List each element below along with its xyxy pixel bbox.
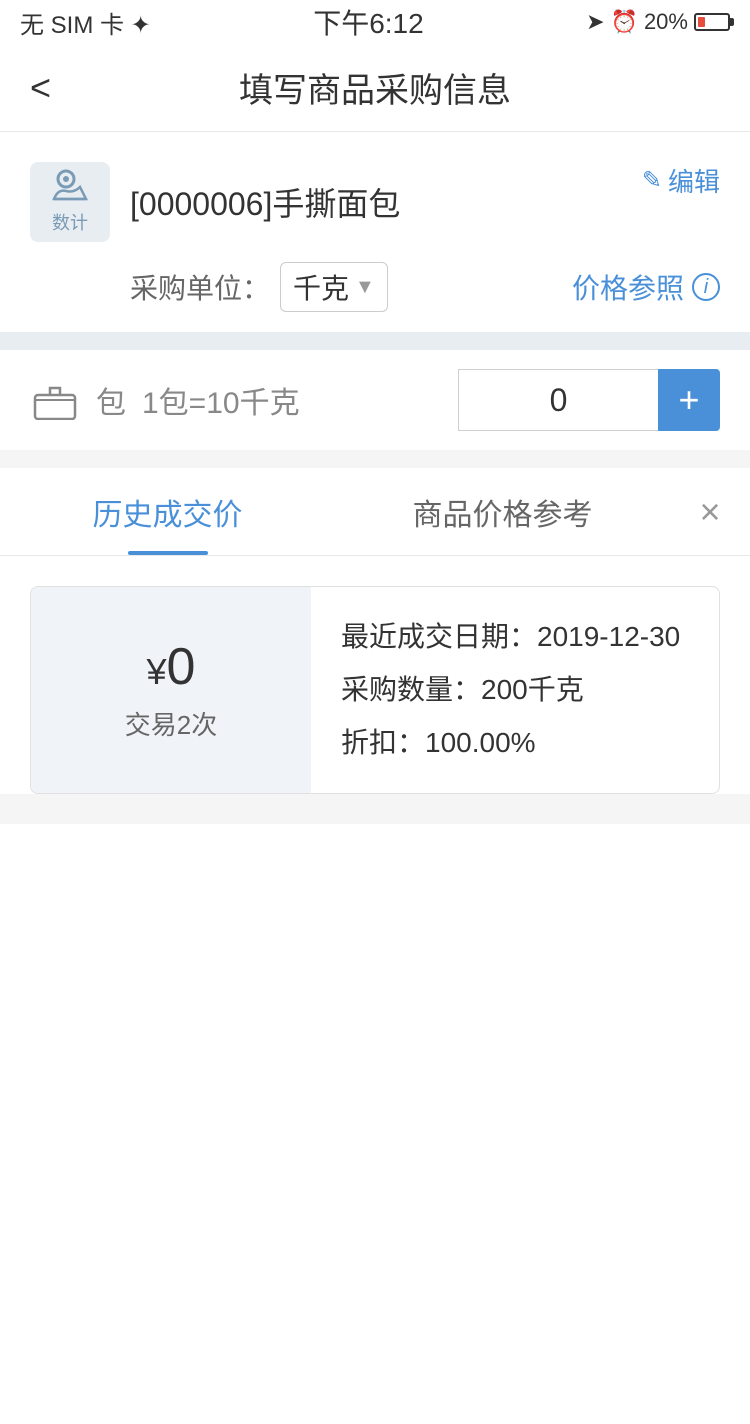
discount-value: 100.00% bbox=[425, 727, 536, 758]
unit-value: 千克 bbox=[293, 267, 349, 307]
quantity-control: + bbox=[458, 369, 720, 431]
price-ref-button[interactable]: 价格参照 i bbox=[572, 267, 720, 307]
price-trades: 交易2次 bbox=[125, 705, 217, 742]
info-icon: i bbox=[692, 273, 720, 301]
price-card-left: ¥0 交易2次 bbox=[31, 587, 311, 793]
price-value: 0 bbox=[167, 638, 196, 696]
recent-date-value: 2019-12-30 bbox=[537, 621, 680, 652]
page-title: 填写商品采购信息 bbox=[239, 63, 511, 112]
location-icon: ➤ bbox=[586, 9, 604, 35]
section-divider bbox=[0, 332, 750, 350]
recent-date-row: 最近成交日期：2019-12-30 bbox=[341, 617, 689, 656]
status-left: 无 SIM 卡 ✦ bbox=[20, 5, 151, 40]
tab-product-price-ref-label: 商品价格参考 bbox=[413, 490, 593, 534]
quantity-detail-value: 200千克 bbox=[481, 674, 584, 705]
unit-label: 采购单位： bbox=[130, 267, 270, 307]
signal-label: 无 SIM 卡 ✦ bbox=[20, 5, 151, 40]
pkg-equiv: 1包=10千克 bbox=[142, 378, 300, 422]
nav-bar: < 填写商品采购信息 bbox=[0, 44, 750, 132]
package-icon bbox=[30, 380, 80, 420]
tabs-panel: 历史成交价 商品价格参考 × ¥0 交易2次 最近成交日期：2019-12-30… bbox=[0, 468, 750, 794]
alarm-icon: ⏰ bbox=[611, 9, 638, 35]
product-name: [0000006]手撕面包 bbox=[130, 179, 400, 225]
quantity-input[interactable] bbox=[458, 369, 658, 431]
product-card: 数计 [0000006]手撕面包 ✎ 编辑 采购单位： 千克 ▼ 价格参照 i bbox=[0, 132, 750, 332]
edit-icon: ✎ bbox=[642, 166, 662, 195]
battery-icon bbox=[694, 13, 730, 31]
edit-button[interactable]: ✎ 编辑 bbox=[642, 162, 720, 199]
back-button[interactable]: < bbox=[20, 57, 61, 119]
package-label: 包 bbox=[96, 378, 126, 422]
battery-percent: 20% bbox=[644, 9, 688, 35]
chevron-down-icon: ▼ bbox=[355, 276, 375, 299]
status-bar: 无 SIM 卡 ✦ 下午6:12 ➤ ⏰ 20% bbox=[0, 0, 750, 44]
tab-history-price[interactable]: 历史成交价 bbox=[0, 468, 335, 555]
discount-row: 折扣：100.00% bbox=[341, 723, 689, 762]
product-thumbnail: 数计 bbox=[30, 162, 110, 242]
discount-label: 折扣： bbox=[341, 727, 425, 758]
recent-date-label: 最近成交日期： bbox=[341, 621, 537, 652]
status-right: ➤ ⏰ 20% bbox=[586, 9, 730, 35]
quantity-plus-button[interactable]: + bbox=[658, 369, 720, 431]
tab-history-price-label: 历史成交价 bbox=[93, 490, 243, 534]
tabs-header: 历史成交价 商品价格参考 × bbox=[0, 468, 750, 556]
unit-select[interactable]: 千克 ▼ bbox=[280, 262, 388, 312]
tab-underline bbox=[128, 551, 208, 555]
price-ref-label: 价格参照 bbox=[572, 267, 684, 307]
price-card: ¥0 交易2次 最近成交日期：2019-12-30 采购数量：200千克 折扣：… bbox=[30, 586, 720, 794]
status-time: 下午6:12 bbox=[313, 2, 424, 42]
price-amount: ¥0 bbox=[147, 637, 196, 697]
price-card-right: 最近成交日期：2019-12-30 采购数量：200千克 折扣：100.00% bbox=[311, 587, 719, 793]
edit-label: 编辑 bbox=[668, 162, 720, 199]
tab-product-price-ref[interactable]: 商品价格参考 bbox=[335, 468, 670, 555]
quantity-row: 包 1包=10千克 + bbox=[0, 350, 750, 450]
quantity-row-detail: 采购数量：200千克 bbox=[341, 670, 689, 709]
quantity-detail-label: 采购数量： bbox=[341, 674, 481, 705]
currency-symbol: ¥ bbox=[147, 651, 167, 692]
close-button[interactable]: × bbox=[670, 491, 750, 533]
